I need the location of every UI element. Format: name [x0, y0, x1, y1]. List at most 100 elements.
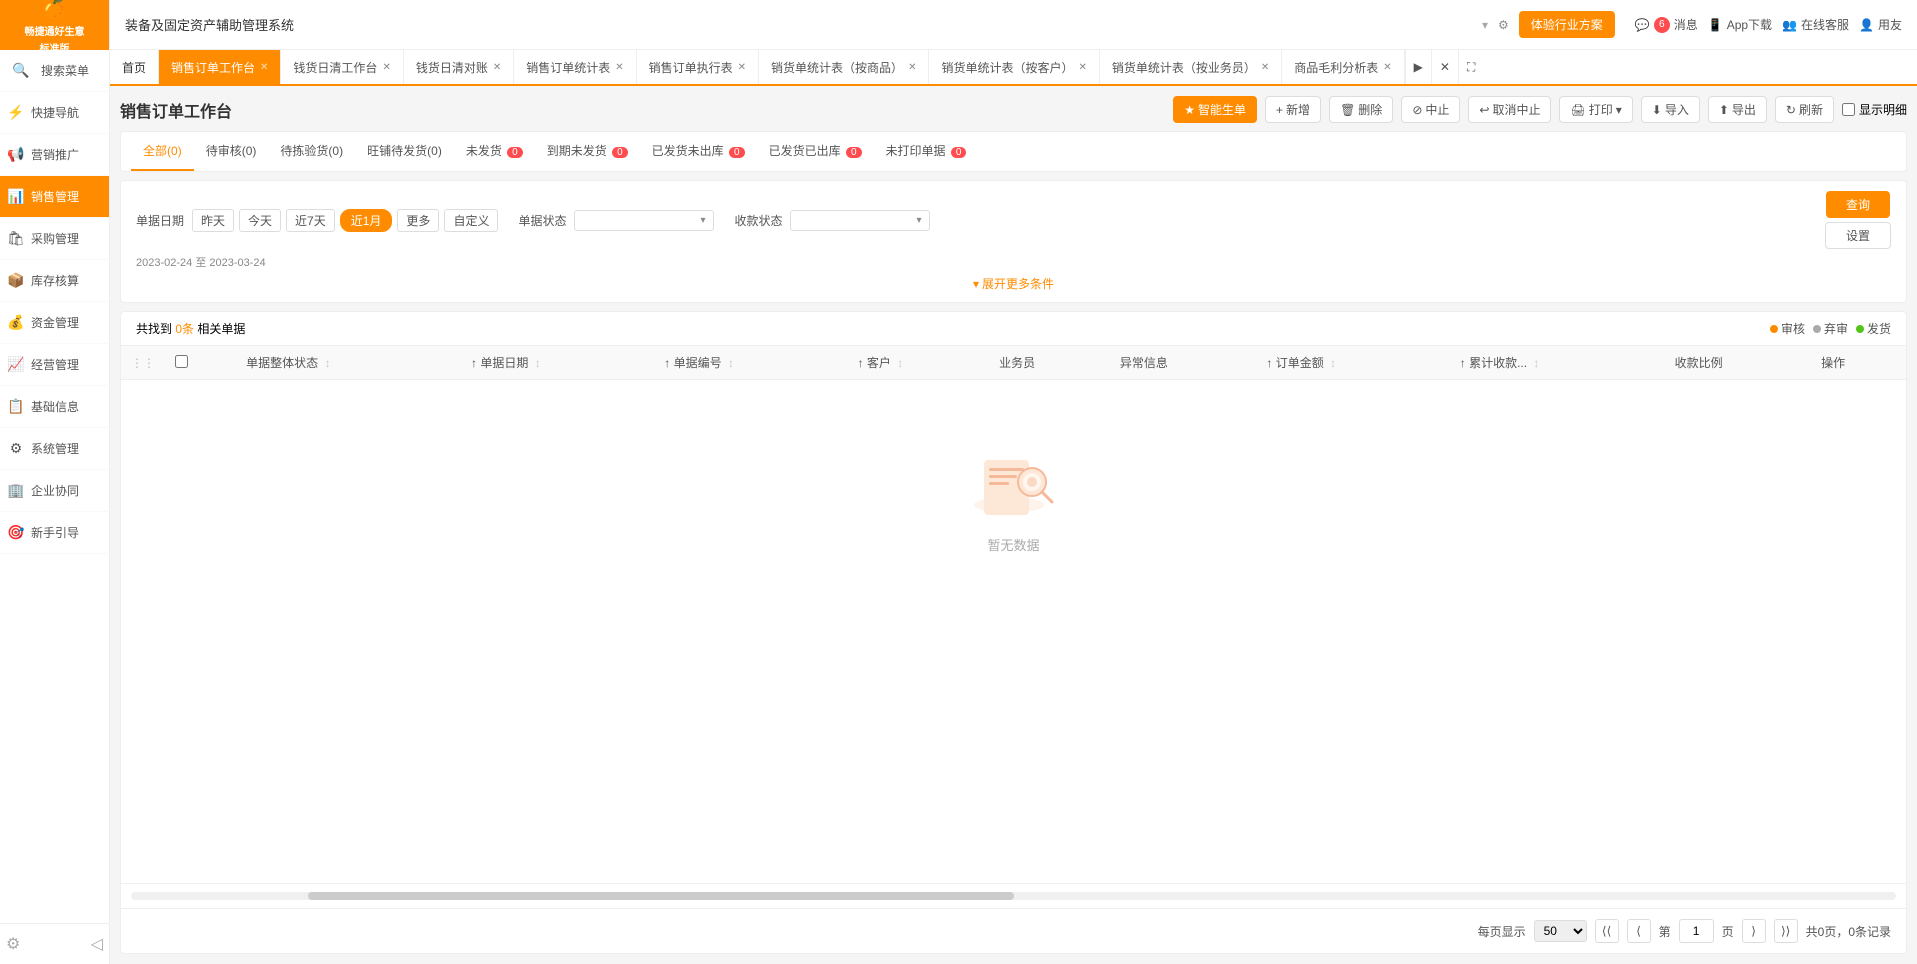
smart-generate-button[interactable]: ★ 智能生单 — [1173, 96, 1257, 123]
last7days-btn[interactable]: 近7天 — [286, 209, 335, 232]
tab-sales-execution[interactable]: 销售订单执行表 ✕ — [637, 50, 759, 85]
settings-icon[interactable]: ⚙ — [6, 934, 20, 954]
online-service-button[interactable]: 👥 在线客服 — [1782, 16, 1849, 33]
settings-button[interactable]: 设置 — [1825, 222, 1891, 249]
show-details-label[interactable]: 显示明细 — [1842, 101, 1907, 118]
ship-dot-icon — [1856, 325, 1864, 333]
tab-close-sales-workbench[interactable]: ✕ — [260, 62, 268, 73]
th-amount[interactable]: ↑ 订单金额 ↕ — [1256, 346, 1449, 380]
sidebar-item-basic-info[interactable]: 📋 基础信息 — [0, 386, 109, 428]
sidebar-item-inventory[interactable]: 📦 库存核算 — [0, 260, 109, 302]
tab-cash-reconcile[interactable]: 钱货日清对账 ✕ — [404, 50, 514, 85]
th-checkbox[interactable] — [165, 346, 236, 380]
topbar-settings-icon[interactable]: ⚙ — [1498, 18, 1509, 32]
tab-gross-margin[interactable]: 商品毛利分析表 ✕ — [1282, 50, 1404, 85]
today-btn[interactable]: 今天 — [239, 209, 281, 232]
cancel-stop-button[interactable]: ↩ 取消中止 — [1468, 96, 1551, 123]
tab-close-sales-stats[interactable]: ✕ — [615, 62, 623, 73]
filter-tab-expired-not-shipped[interactable]: 到期未发货 0 — [535, 132, 640, 171]
yesterday-btn[interactable]: 昨天 — [192, 209, 234, 232]
sidebar-item-guide[interactable]: 🎯 新手引导 — [0, 512, 109, 554]
page-size-select[interactable]: 20 50 100 — [1534, 920, 1587, 942]
show-details-checkbox[interactable] — [1842, 103, 1855, 116]
filter-tab-pending-review[interactable]: 待审核(0) — [194, 132, 269, 171]
scrollbar-thumb[interactable] — [308, 892, 1014, 900]
filter-tab-wangpu[interactable]: 旺铺待发货(0) — [355, 132, 454, 171]
tab-close-cash-daily[interactable]: ✕ — [382, 62, 390, 73]
last-page-button[interactable]: ⟩⟩ — [1774, 919, 1798, 943]
sidebar-item-purchase[interactable]: 🛍 采购管理 — [0, 218, 109, 260]
print-button[interactable]: 🖨 打印 ▾ — [1559, 96, 1632, 123]
ship-button[interactable]: 发货 — [1856, 320, 1891, 337]
tab-close-summary-product[interactable]: ✕ — [908, 62, 916, 73]
sidebar-item-search[interactable]: 🔍 搜索菜单 — [0, 50, 109, 92]
sidebar-item-corp[interactable]: 🏢 企业协同 — [0, 470, 109, 512]
next-page-button[interactable]: ⟩ — [1742, 919, 1766, 943]
filter-tab-shipped-out[interactable]: 已发货已出库 0 — [757, 132, 874, 171]
tab-sales-summary-product[interactable]: 销货单统计表（按商品） ✕ — [759, 50, 929, 85]
select-all-checkbox[interactable] — [175, 355, 188, 368]
sidebar-item-quick-nav[interactable]: ⚡ 快捷导航 — [0, 92, 109, 134]
filter-tab-shipped-not-out[interactable]: 已发货未出库 0 — [640, 132, 757, 171]
tab-home[interactable]: 首页 — [110, 50, 159, 85]
app-download-button[interactable]: 📱 App下载 — [1708, 16, 1772, 33]
last-month-btn[interactable]: 近1月 — [340, 209, 393, 232]
sidebar-item-system[interactable]: ⚙ 系统管理 — [0, 428, 109, 470]
review-button[interactable]: 审核 — [1770, 320, 1805, 337]
th-anomaly[interactable]: 异常信息 — [1110, 346, 1257, 380]
tab-close-sales-execution[interactable]: ✕ — [738, 62, 746, 73]
first-page-button[interactable]: ⟨⟨ — [1595, 919, 1619, 943]
industry-solution-button[interactable]: 体验行业方案 — [1519, 11, 1615, 38]
export-button[interactable]: ⬆ 导出 — [1708, 96, 1767, 123]
page-number-input[interactable] — [1679, 919, 1714, 943]
sidebar-item-marketing[interactable]: 📢 营销推广 — [0, 134, 109, 176]
expand-conditions-button[interactable]: ▾ 展开更多条件 — [973, 275, 1054, 292]
th-ratio[interactable]: 收款比例 — [1665, 346, 1812, 380]
user-menu-button[interactable]: 👤 用友 — [1859, 16, 1902, 33]
refresh-button[interactable]: ↻ 刷新 — [1775, 96, 1834, 123]
horizontal-scrollbar[interactable] — [131, 892, 1896, 900]
th-date[interactable]: ↑ 单据日期 ↕ — [461, 346, 654, 380]
tab-sales-workbench[interactable]: 销售订单工作台 ✕ — [159, 50, 281, 85]
payment-select[interactable]: ▾ — [790, 210, 930, 231]
cancel-review-button[interactable]: 弃审 — [1813, 320, 1848, 337]
sidebar-item-sales[interactable]: 📊 销售管理 — [0, 176, 109, 218]
more-date-btn[interactable]: 更多 — [397, 209, 439, 232]
th-status[interactable]: 单据整体状态 ↕ — [236, 346, 461, 380]
tab-more-button[interactable]: ▶ — [1405, 50, 1431, 85]
collapse-icon[interactable]: ◁ — [91, 934, 103, 954]
tab-close-summary-staff[interactable]: ✕ — [1261, 62, 1269, 73]
th-customer[interactable]: ↑ 客户 ↕ — [848, 346, 990, 380]
tab-close-summary-customer[interactable]: ✕ — [1078, 62, 1086, 73]
th-number[interactable]: ↑ 单据编号 ↕ — [654, 346, 847, 380]
th-collected[interactable]: ↑ 累计收款... ↕ — [1450, 346, 1665, 380]
delete-button[interactable]: 🗑 删除 — [1329, 96, 1393, 123]
tab-sales-summary-customer[interactable]: 销货单统计表（按客户） ✕ — [929, 50, 1099, 85]
add-button[interactable]: + 新增 — [1265, 96, 1321, 123]
tab-cash-daily[interactable]: 钱货日清工作台 ✕ — [281, 50, 403, 85]
table-area: 共找到 0条 相关单据 审核 弃审 发货 — [120, 311, 1907, 954]
status-select[interactable]: ▾ — [574, 210, 714, 231]
filter-tab-not-printed[interactable]: 未打印单据 0 — [874, 132, 979, 171]
drag-handle-icon[interactable]: ⋮⋮ — [131, 356, 155, 370]
filter-tab-pending-check[interactable]: 待拣验货(0) — [268, 132, 355, 171]
prev-page-button[interactable]: ⟨ — [1627, 919, 1651, 943]
filter-tab-all[interactable]: 全部(0) — [131, 132, 194, 171]
message-button[interactable]: 💬 6 消息 — [1635, 16, 1698, 33]
tab-sales-summary-staff[interactable]: 销货单统计表（按业务员） ✕ — [1100, 50, 1282, 85]
tab-sales-stats[interactable]: 销售订单统计表 ✕ — [514, 50, 636, 85]
th-salesperson[interactable]: 业务员 — [989, 346, 1110, 380]
tab-close-all-button[interactable]: ✕ — [1431, 50, 1458, 85]
tab-close-cash-reconcile[interactable]: ✕ — [493, 62, 501, 73]
import-button[interactable]: ⬇ 导入 — [1641, 96, 1700, 123]
dropdown-arrow-icon[interactable]: ▾ — [1482, 18, 1488, 32]
filter-tab-not-shipped[interactable]: 未发货 0 — [454, 132, 535, 171]
query-button[interactable]: 查询 — [1826, 191, 1890, 218]
sidebar-item-finance[interactable]: 💰 资金管理 — [0, 302, 109, 344]
page-of-label: 页 — [1722, 923, 1734, 940]
sidebar-item-operations[interactable]: 📈 经营管理 — [0, 344, 109, 386]
tab-close-gross-margin[interactable]: ✕ — [1383, 62, 1391, 73]
custom-date-btn[interactable]: 自定义 — [444, 209, 498, 232]
stop-button[interactable]: ⊘ 中止 — [1401, 96, 1460, 123]
tab-fullscreen-button[interactable]: ⛶ — [1458, 50, 1483, 85]
